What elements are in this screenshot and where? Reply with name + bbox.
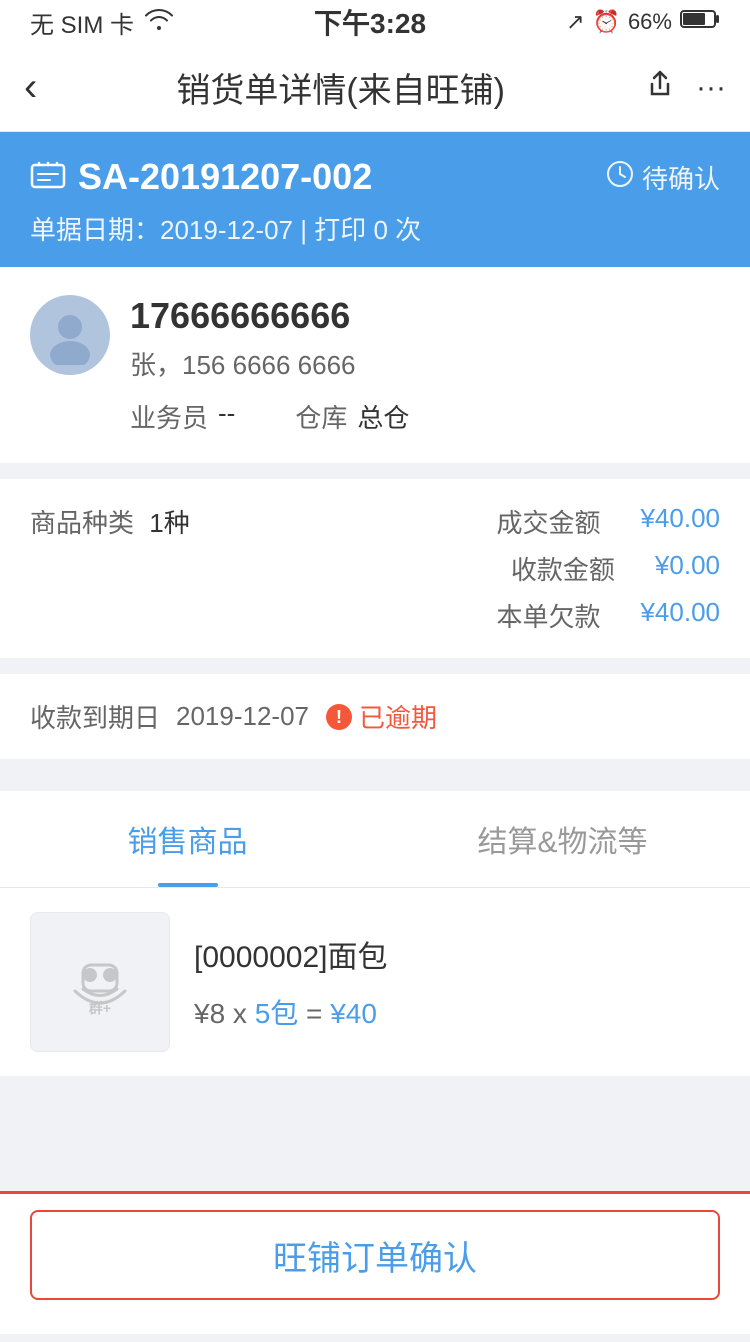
overdue-badge: ! 已逾期 [325, 698, 437, 735]
battery-icon [680, 9, 720, 35]
status-bar: 无 SIM 卡 下午3:28 ↗ ⏰ 66% [0, 0, 750, 44]
status-time: 下午3:28 [314, 2, 426, 42]
alarm-icon: ⏰ [593, 9, 620, 35]
warehouse-value: 总仓 [357, 398, 409, 435]
product-name: [0000002]面包 [194, 932, 720, 976]
due-date: 2019-12-07 [176, 701, 309, 732]
confirm-button[interactable]: 旺铺订单确认 [30, 1210, 720, 1300]
order-id-row: SA-20191207-002 待确认 [30, 156, 720, 198]
sales-item: 业务员 -- [130, 398, 235, 435]
order-status: 待确认 [606, 159, 720, 196]
product-section: 群+ [0000002]面包 ¥8 x 5包 = ¥40 [0, 888, 750, 1076]
summary-section: 商品种类 1种 成交金额 ¥40.00 收款金额 ¥0.00 本单欠款 ¥40.… [0, 479, 750, 658]
status-left: 无 SIM 卡 [30, 5, 174, 40]
order-id: SA-20191207-002 [30, 156, 372, 198]
battery-text: 66% [628, 9, 672, 35]
section-divider [0, 775, 750, 791]
product-info: [0000002]面包 ¥8 x 5包 = ¥40 [194, 932, 720, 1032]
nav-left: ‹ [24, 65, 37, 110]
tab-sales[interactable]: 销售商品 [0, 791, 375, 887]
customer-name: 张，156 6666 6666 [130, 345, 720, 382]
due-section: 收款到期日 2019-12-07 ! 已逾期 [0, 674, 750, 759]
sales-label: 业务员 [130, 398, 208, 435]
share-icon[interactable] [644, 68, 676, 108]
svg-text:!: ! [336, 707, 342, 727]
nav-bar: ‹ 销货单详情(来自旺铺) ··· [0, 44, 750, 132]
page-title: 销货单详情(来自旺铺) [176, 63, 505, 112]
back-button[interactable]: ‹ [24, 65, 37, 110]
sales-value: -- [218, 398, 235, 435]
customer-meta: 业务员 -- 仓库 总仓 [130, 398, 720, 435]
overdue-text: 已逾期 [359, 698, 437, 735]
tab-settlement[interactable]: 结算&物流等 [375, 791, 750, 887]
svg-text:群+: 群+ [88, 1000, 111, 1016]
nav-right: ··· [644, 68, 726, 108]
status-right: ↗ ⏰ 66% [566, 9, 720, 35]
order-header: SA-20191207-002 待确认 单据日期：2019-12-07 | 打印… [0, 132, 750, 267]
product-qty: 5包 [255, 998, 299, 1029]
no-sim-text: 无 SIM 卡 [30, 5, 134, 40]
product-total: ¥40 [330, 998, 377, 1029]
more-icon[interactable]: ··· [696, 71, 726, 105]
customer-info: 17666666666 张，156 6666 6666 业务员 -- 仓库 总仓 [130, 295, 720, 435]
summary-right: 成交金额 ¥40.00 收款金额 ¥0.00 本单欠款 ¥40.00 [496, 503, 720, 634]
customer-phone: 17666666666 [130, 295, 720, 337]
avatar [30, 295, 110, 375]
clock-icon [606, 160, 634, 195]
warehouse-item: 仓库 总仓 [295, 398, 409, 435]
wifi-icon [144, 8, 174, 37]
amount-row-2: 收款金额 ¥0.00 [511, 550, 720, 587]
price-text: ¥8 x [194, 998, 255, 1029]
equals-text: = [298, 998, 330, 1029]
amount-row-1: 成交金额 ¥40.00 [496, 503, 720, 540]
product-price: ¥8 x 5包 = ¥40 [194, 992, 720, 1032]
status-text: 待确认 [642, 159, 720, 196]
order-date: 单据日期：2019-12-07 | 打印 0 次 [30, 210, 720, 247]
due-label: 收款到期日 [30, 698, 160, 735]
confirm-section: 旺铺订单确认 [0, 1191, 750, 1334]
amount-row-3: 本单欠款 ¥40.00 [496, 597, 720, 634]
tabs: 销售商品 结算&物流等 [0, 791, 750, 888]
customer-section: 17666666666 张，156 6666 6666 业务员 -- 仓库 总仓 [0, 267, 750, 463]
summary-left: 商品种类 1种 [30, 503, 190, 540]
order-icon [30, 156, 66, 198]
product-image: 群+ [30, 912, 170, 1052]
location-icon: ↗ [566, 9, 584, 35]
warehouse-label: 仓库 [295, 398, 347, 435]
